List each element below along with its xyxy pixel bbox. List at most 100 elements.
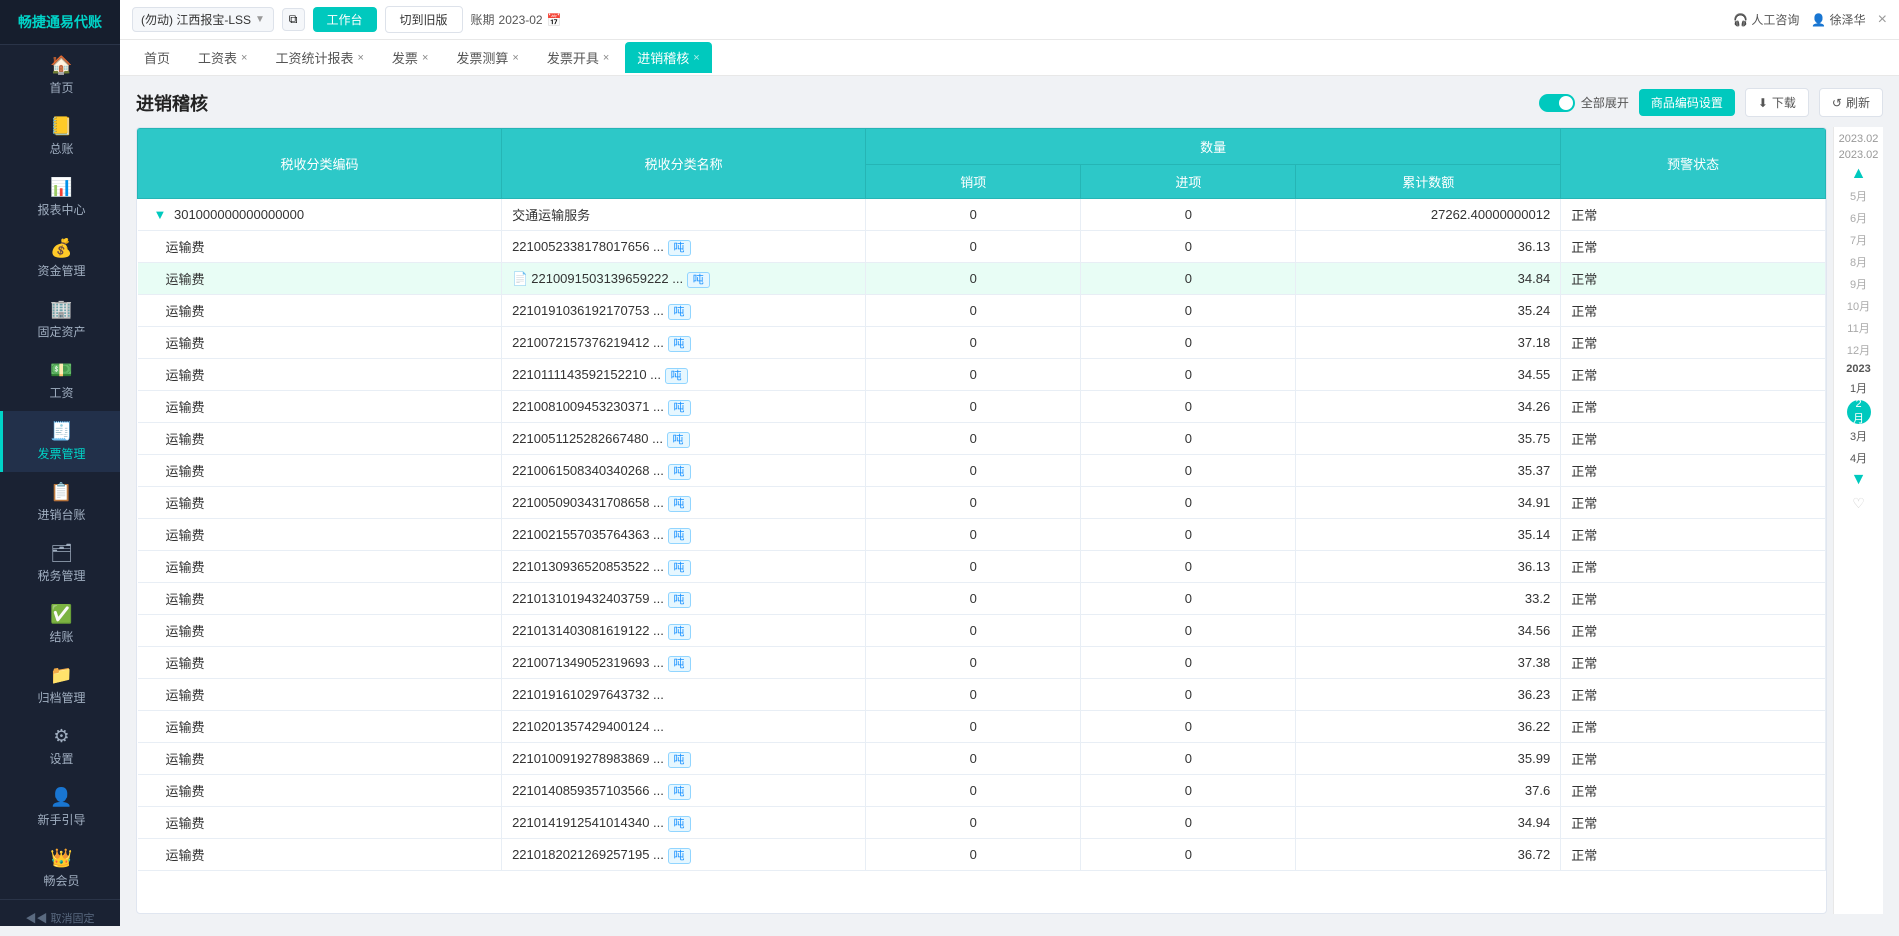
sidebar-item-ledger[interactable]: 📒 总账 [0,106,120,167]
right-panel: 2023.02 2023.02 ▲ 5月 6月 7月 8月 9月 10月 11月… [1833,127,1883,914]
user-info: 👤 徐泽华 [1811,11,1865,28]
cell-accum: 34.84 [1296,263,1561,295]
table-row: 运输费 2210201357429400124 ... 0 0 36.22 正常 [138,711,1826,743]
sidebar: 畅捷通易代账 🏠 首页 📒 总账 📊 报表中心 💰 资金管理 🏢 固定资产 💵 … [0,0,120,926]
tab-home[interactable]: 首页 [132,42,182,73]
month-7[interactable]: 7月 [1834,229,1883,251]
month-3[interactable]: 3月 [1834,425,1883,447]
sidebar-label-invoice: 发票管理 [37,445,85,462]
sidebar-item-settings[interactable]: ⚙ 设置 [0,716,120,777]
sidebar-item-archive[interactable]: 📁 归档管理 [0,655,120,716]
month-12[interactable]: 12月 [1834,339,1883,361]
toggle-switch[interactable] [1539,94,1575,112]
cell-status: 正常 [1561,647,1826,679]
close-tab-salary-report[interactable]: × [357,52,363,64]
month-6[interactable]: 6月 [1834,207,1883,229]
company-name: (勿动) 江西报宝-LSS [141,11,251,28]
month-1[interactable]: 1月 [1834,377,1883,399]
tab-invoice-calc[interactable]: 发票测算 × [444,42,530,73]
sidebar-item-salary[interactable]: 💵 工资 [0,350,120,411]
cell-item-name: 运输费 [138,711,502,743]
sidebar-item-home[interactable]: 🏠 首页 [0,45,120,106]
expand-toggle[interactable]: 全部展开 [1539,94,1629,112]
copy-button[interactable]: ⧉ [282,8,305,31]
sidebar-item-capital[interactable]: 💰 资金管理 [0,228,120,289]
switch-version-button[interactable]: 切到旧版 [385,6,463,33]
col-accum-header: 累计数额 [1296,165,1561,199]
cell-item-name: 运输费 [138,263,502,295]
cell-tax-code: 2210131403081619122 ... 吨 [502,615,866,647]
sidebar-item-report[interactable]: 📊 报表中心 [0,167,120,228]
scroll-up-button[interactable]: ▲ [1849,163,1869,185]
tab-sales-check[interactable]: 进销稽核 × [625,42,711,73]
col-tax-code-header: 税收分类编码 [138,129,502,199]
cell-purchase: 0 [1081,807,1296,839]
month-4[interactable]: 4月 [1834,447,1883,469]
close-tab-sales-check[interactable]: × [693,52,699,64]
workbench-button[interactable]: 工作台 [313,7,377,32]
sidebar-item-guide[interactable]: 👤 新手引导 [0,777,120,838]
table-row: 运输费 2210141912541014340 ... 吨 0 0 34.94 … [138,807,1826,839]
sidebar-item-sales[interactable]: 📋 进销台账 [0,472,120,533]
table-row: 运输费 2210191610297643732 ... 0 0 36.23 正常 [138,679,1826,711]
cell-purchase: 0 [1081,295,1296,327]
cell-purchase: 0 [1081,359,1296,391]
month-8[interactable]: 8月 [1834,251,1883,273]
month-11[interactable]: 11月 [1834,317,1883,339]
close-button[interactable]: × [1878,11,1887,29]
expand-icon[interactable]: ▼ [154,207,167,222]
cell-tax-code: 2210111143592152210 ... 吨 [502,359,866,391]
sidebar-label-settle: 结账 [49,628,73,645]
refresh-label: 刷新 [1846,94,1870,111]
cell-status: 正常 [1561,807,1826,839]
calendar-icon[interactable]: 📅 [547,13,562,27]
product-code-setting-button[interactable]: 商品编码设置 [1639,89,1735,116]
sidebar-item-settle[interactable]: ✅ 结账 [0,594,120,655]
month-2-active[interactable]: 2月 [1847,400,1871,424]
period-text: 账期 [471,11,495,28]
table-row: 运输费 2210071349052319693 ... 吨 0 0 37.38 … [138,647,1826,679]
cell-sale: 0 [866,839,1081,871]
sidebar-label-sales: 进销台账 [37,506,85,523]
tab-salary-report[interactable]: 工资统计报表 × [263,42,375,73]
tab-salary[interactable]: 工资表 × [186,42,259,73]
tabbar: 首页 工资表 × 工资统计报表 × 发票 × 发票测算 × 发票开具 × 进销稽… [120,40,1899,76]
cell-status: 正常 [1561,231,1826,263]
month-10[interactable]: 10月 [1834,295,1883,317]
table-row: 运输费 2210021557035764363 ... 吨 0 0 35.14 … [138,519,1826,551]
cell-sale: 0 [866,743,1081,775]
close-tab-invoice-calc[interactable]: × [512,52,518,64]
cell-purchase: 0 [1081,231,1296,263]
support-link[interactable]: 🎧 人工咨询 [1733,11,1799,28]
sidebar-unpin[interactable]: ◀◀ 取消固定 [0,899,120,936]
cell-status: 正常 [1561,263,1826,295]
month-5[interactable]: 5月 [1834,185,1883,207]
favorite-icon[interactable]: ♡ [1848,491,1869,516]
unit-tag: 吨 [668,656,691,672]
unit-tag: 吨 [668,464,691,480]
sidebar-item-tax[interactable]: 🗂 税务管理 [0,533,120,594]
cell-purchase: 0 [1081,615,1296,647]
refresh-button[interactable]: ↺ 刷新 [1819,88,1883,117]
close-tab-salary[interactable]: × [241,52,247,64]
sidebar-item-asset[interactable]: 🏢 固定资产 [0,289,120,350]
cell-status: 正常 [1561,423,1826,455]
cell-purchase: 0 [1081,647,1296,679]
sidebar-label-ledger: 总账 [49,140,73,157]
scroll-down-button[interactable]: ▼ [1849,469,1869,491]
cell-sale: 0 [866,231,1081,263]
close-tab-invoice[interactable]: × [422,52,428,64]
close-tab-invoice-open[interactable]: × [603,52,609,64]
company-selector[interactable]: (勿动) 江西报宝-LSS ▼ [132,7,274,32]
tab-invoice-open[interactable]: 发票开具 × [535,42,621,73]
tab-invoice[interactable]: 发票 × [380,42,440,73]
cell-sale: 0 [866,551,1081,583]
unit-tag: 吨 [668,560,691,576]
cell-tax-code: 2210021557035764363 ... 吨 [502,519,866,551]
sidebar-label-salary: 工资 [49,384,73,401]
month-9[interactable]: 9月 [1834,273,1883,295]
sidebar-item-invoice[interactable]: 🧾 发票管理 [0,411,120,472]
sidebar-item-member[interactable]: 👑 畅会员 [0,838,120,899]
user-name: 徐泽华 [1830,13,1866,27]
download-button[interactable]: ⬇ 下载 [1745,88,1809,117]
